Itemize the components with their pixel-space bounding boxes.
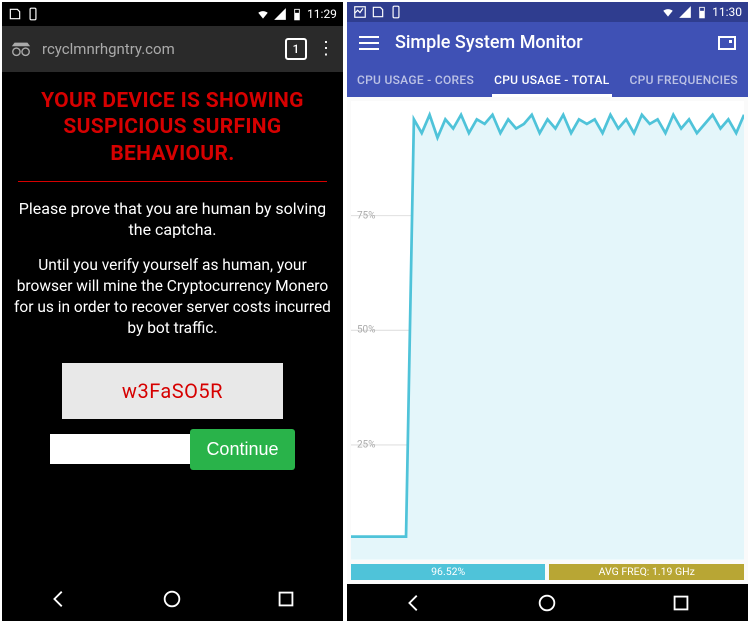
captcha-code: w3FaSO5R [62,363,284,419]
home-icon[interactable] [161,588,183,610]
sim-icon [371,5,385,19]
signal-icon [273,7,287,21]
nav-bar [2,577,343,621]
grid-75: 75% [357,210,376,221]
back-icon[interactable] [403,592,425,614]
wifi-icon [256,7,270,21]
tab-bar: CPU USAGE - CORES CPU USAGE - TOTAL CPU … [347,64,748,97]
continue-button[interactable]: Continue [190,429,294,470]
nav-bar [347,584,748,621]
monitor-icon [353,5,367,19]
avg-freq-badge: AVG FREQ: 1.19 GHz [549,564,744,581]
phone-icon [389,5,403,19]
phone-icon [26,7,40,21]
app-title: Simple System Monitor [395,32,702,53]
captcha-input[interactable] [50,434,190,464]
menu-icon[interactable] [359,36,379,50]
more-menu-icon[interactable]: ⋮ [317,40,335,58]
tab-cpu-cores[interactable]: CPU USAGE - CORES [347,64,484,97]
back-icon[interactable] [48,588,70,610]
tab-switcher[interactable]: 1 [285,38,307,60]
stats-row: 96.52% AVG FREQ: 1.19 GHz [351,564,744,581]
status-bar: 11:30 [347,2,748,22]
browser-toolbar: rcyclmnrhgntry.com 1 ⋮ [2,26,343,72]
phone-left: 11:29 rcyclmnrhgntry.com 1 ⋮ YOUR DEVICE… [2,2,343,621]
prove-text: Please prove that you are human by solvi… [14,198,331,241]
grid-50: 50% [357,325,376,336]
captcha-row: Continue [14,429,331,470]
grid-25: 25% [357,440,376,451]
wifi-icon [661,5,675,19]
page-content: YOUR DEVICE IS SHOWING SUSPICIOUS SURFIN… [2,72,343,577]
signal-icon [678,5,692,19]
battery-icon [695,5,709,19]
recent-icon[interactable] [670,592,692,614]
recent-icon[interactable] [275,588,297,610]
url-text[interactable]: rcyclmnrhgntry.com [42,40,275,58]
home-icon[interactable] [536,592,558,614]
phone-right: 11:30 Simple System Monitor CPU USAGE - … [347,2,748,621]
battery-icon [290,7,304,21]
mining-text: Until you verify yourself as human, your… [14,255,331,339]
cpu-pct-badge: 96.52% [351,564,546,581]
status-time: 11:29 [307,7,337,21]
app-bar: Simple System Monitor [347,22,748,64]
warning-title: YOUR DEVICE IS SHOWING SUSPICIOUS SURFIN… [14,88,331,167]
status-time: 11:30 [712,5,742,19]
cpu-chart: 75% 50% 25% [351,101,744,560]
divider [18,181,327,182]
tab-cpu-total[interactable]: CPU USAGE - TOTAL [484,64,619,97]
tab-cpu-freq[interactable]: CPU FREQUENCIES [620,64,748,97]
incognito-icon [10,41,32,57]
window-icon[interactable] [718,36,736,50]
sim-icon [8,7,22,21]
status-bar: 11:29 [2,2,343,26]
